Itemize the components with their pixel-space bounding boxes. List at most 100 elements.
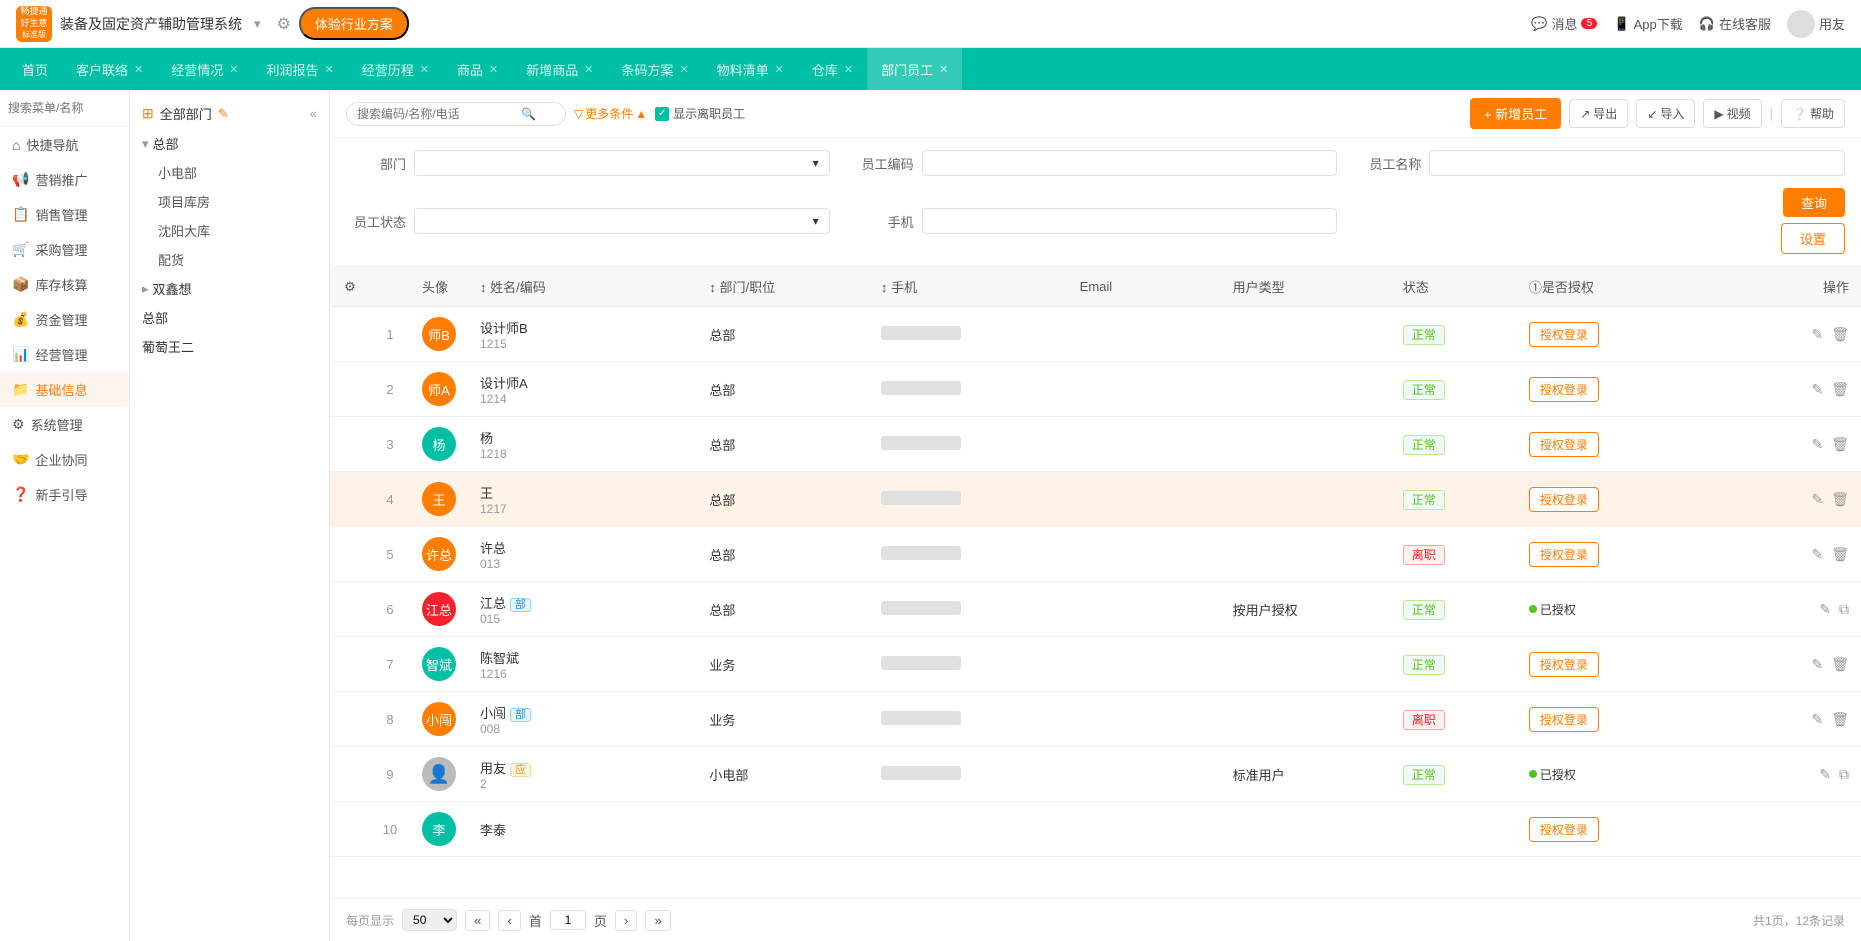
tree-collapse-icon[interactable]: « (310, 106, 317, 121)
edit-icon[interactable]: ✎ (1819, 766, 1831, 783)
sidebar-item-inventory[interactable]: 📦 库存核算 (0, 267, 129, 302)
edit-icon[interactable]: ✎ (1811, 436, 1823, 453)
online-service-btn[interactable]: 🎧 在线客服 (1699, 14, 1771, 33)
tab-close-history[interactable]: ✕ (420, 63, 429, 76)
query-btn[interactable]: 查询 (1783, 188, 1845, 217)
tree-node-peihuo[interactable]: 配货 (130, 245, 329, 274)
delete-icon[interactable]: 🗑 (1831, 381, 1849, 398)
page-number-input[interactable] (550, 910, 586, 930)
copy-icon[interactable]: ⧉ (1839, 766, 1849, 783)
edit-icon[interactable]: ✎ (1811, 656, 1823, 673)
emp-status-select[interactable]: ▾ (414, 208, 830, 234)
delete-icon[interactable]: 🗑 (1831, 491, 1849, 508)
edit-icon[interactable]: ✎ (1819, 601, 1831, 618)
add-employee-btn[interactable]: + 新增员工 (1470, 98, 1561, 129)
auth-btn[interactable]: 授权登录 (1529, 322, 1599, 347)
first-page-btn[interactable]: « (465, 910, 490, 931)
delete-icon[interactable]: 🗑 (1831, 711, 1849, 728)
tab-history[interactable]: 经营历程✕ (348, 48, 443, 90)
edit-icon[interactable]: ✎ (1811, 326, 1823, 343)
tab-home[interactable]: 首页 (8, 48, 62, 90)
delete-icon[interactable]: 🗑 (1831, 326, 1849, 343)
tree-node-zongbu2[interactable]: 总部 (130, 303, 329, 332)
message-btn[interactable]: 💬 消息 5 (1531, 14, 1597, 33)
delete-icon[interactable]: 🗑 (1831, 436, 1849, 453)
tab-bom[interactable]: 物料清单✕ (703, 48, 798, 90)
emp-code-field[interactable] (933, 156, 1327, 170)
sidebar-item-quick-nav[interactable]: ⌂ 快捷导航 (0, 127, 129, 162)
emp-name-input[interactable] (1429, 150, 1845, 176)
search-input[interactable] (357, 107, 517, 121)
sidebar-search-box[interactable]: 🔍 (0, 90, 129, 127)
delete-icon[interactable]: 🗑 (1831, 656, 1849, 673)
next-page-btn[interactable]: › (615, 910, 637, 931)
page-size-select[interactable]: 50 100 200 (402, 909, 457, 931)
sidebar-item-purchase[interactable]: 🛒 采购管理 (0, 232, 129, 267)
edit-icon[interactable]: ✎ (1811, 491, 1823, 508)
help-btn[interactable]: ❔ 帮助 (1781, 99, 1845, 128)
sidebar-item-sales[interactable]: 📋 销售管理 (0, 197, 129, 232)
tree-node-zongbu-root[interactable]: ▾ 总部 (130, 129, 329, 158)
copy-icon[interactable]: ⧉ (1839, 601, 1849, 618)
tree-node-shenyang[interactable]: 沈阳大库 (130, 216, 329, 245)
trial-btn[interactable]: 体验行业方案 (299, 7, 409, 40)
last-page-btn[interactable]: » (645, 910, 670, 931)
sidebar-search-input[interactable] (8, 101, 130, 115)
auth-btn[interactable]: 授权登录 (1529, 432, 1599, 457)
tab-close-profit[interactable]: ✕ (325, 63, 334, 76)
tab-barcode[interactable]: 条码方案✕ (607, 48, 702, 90)
emp-code-input[interactable] (922, 150, 1338, 176)
tab-add-goods[interactable]: 新增商品✕ (512, 48, 607, 90)
tab-goods[interactable]: 商品✕ (443, 48, 512, 90)
app-download-btn[interactable]: 📱 App下载 (1613, 14, 1682, 33)
col-dept-header[interactable]: ↕ 部门/职位 (697, 267, 869, 307)
auth-btn[interactable]: 授权登录 (1529, 707, 1599, 732)
tree-node-putaowang[interactable]: 葡萄王二 (130, 332, 329, 361)
set-btn[interactable]: 设置 (1781, 223, 1845, 254)
tab-close-operation[interactable]: ✕ (229, 63, 238, 76)
sidebar-item-marketing[interactable]: 📢 营销推广 (0, 162, 129, 197)
sidebar-item-system[interactable]: ⚙ 系统管理 (0, 407, 129, 442)
auth-btn[interactable]: 授权登录 (1529, 377, 1599, 402)
tab-close-warehouse[interactable]: ✕ (844, 63, 853, 76)
sidebar-item-management[interactable]: 📊 经营管理 (0, 337, 129, 372)
tab-close-dept[interactable]: ✕ (939, 63, 948, 76)
phone-input[interactable] (922, 208, 1338, 234)
sidebar-item-finance[interactable]: 💰 资金管理 (0, 302, 129, 337)
tab-close-barcode[interactable]: ✕ (679, 63, 688, 76)
tree-edit-icon[interactable]: ✎ (218, 106, 229, 122)
tab-close-customer[interactable]: ✕ (134, 63, 143, 76)
search-box[interactable]: 🔍 (346, 102, 566, 126)
col-settings-header[interactable]: ⚙ (330, 267, 370, 307)
dept-select[interactable]: ▾ (414, 150, 830, 176)
auth-btn[interactable]: 授权登录 (1529, 542, 1599, 567)
tree-node-xiangmu[interactable]: 项目库房 (130, 187, 329, 216)
sidebar-item-basic-info[interactable]: 📁 基础信息 (0, 372, 129, 407)
auth-btn[interactable]: 授权登录 (1529, 487, 1599, 512)
tab-close-add-goods[interactable]: ✕ (584, 63, 593, 76)
more-filter-btn[interactable]: ▽ 更多条件 ▲ (574, 105, 647, 122)
show-leaving-checkbox[interactable]: ✓ 显示离职员工 (655, 105, 745, 122)
import-btn[interactable]: ↙ 导入 (1636, 99, 1695, 128)
col-name-header[interactable]: ↕ 姓名/编码 (468, 267, 697, 307)
sidebar-item-guide[interactable]: ❓ 新手引导 (0, 477, 129, 512)
tab-close-goods[interactable]: ✕ (489, 63, 498, 76)
tab-dept-employee[interactable]: 部门员工✕ (867, 48, 962, 90)
tab-close-bom[interactable]: ✕ (775, 63, 784, 76)
tree-node-xiaodian[interactable]: 小电部 (130, 158, 329, 187)
emp-name-field[interactable] (1440, 156, 1834, 170)
user-profile-btn[interactable]: 用友 (1787, 10, 1845, 38)
delete-icon[interactable]: 🗑 (1831, 546, 1849, 563)
tab-customer[interactable]: 客户联络✕ (62, 48, 157, 90)
settings-gear-icon[interactable]: ⚙ (277, 14, 291, 34)
sidebar-item-cooperation[interactable]: 🤝 企业协同 (0, 442, 129, 477)
edit-icon[interactable]: ✎ (1811, 381, 1823, 398)
tree-node-shuangxin[interactable]: ▸ 双鑫想 (130, 274, 329, 303)
video-btn[interactable]: ▶ 视频 (1703, 99, 1761, 128)
auth-btn[interactable]: 授权登录 (1529, 652, 1599, 677)
export-btn[interactable]: ↗ 导出 (1569, 99, 1628, 128)
tab-warehouse[interactable]: 仓库✕ (798, 48, 867, 90)
auth-btn[interactable]: 授权登录 (1529, 817, 1599, 842)
phone-field[interactable] (933, 214, 1327, 228)
tab-profit[interactable]: 利润报告✕ (252, 48, 347, 90)
